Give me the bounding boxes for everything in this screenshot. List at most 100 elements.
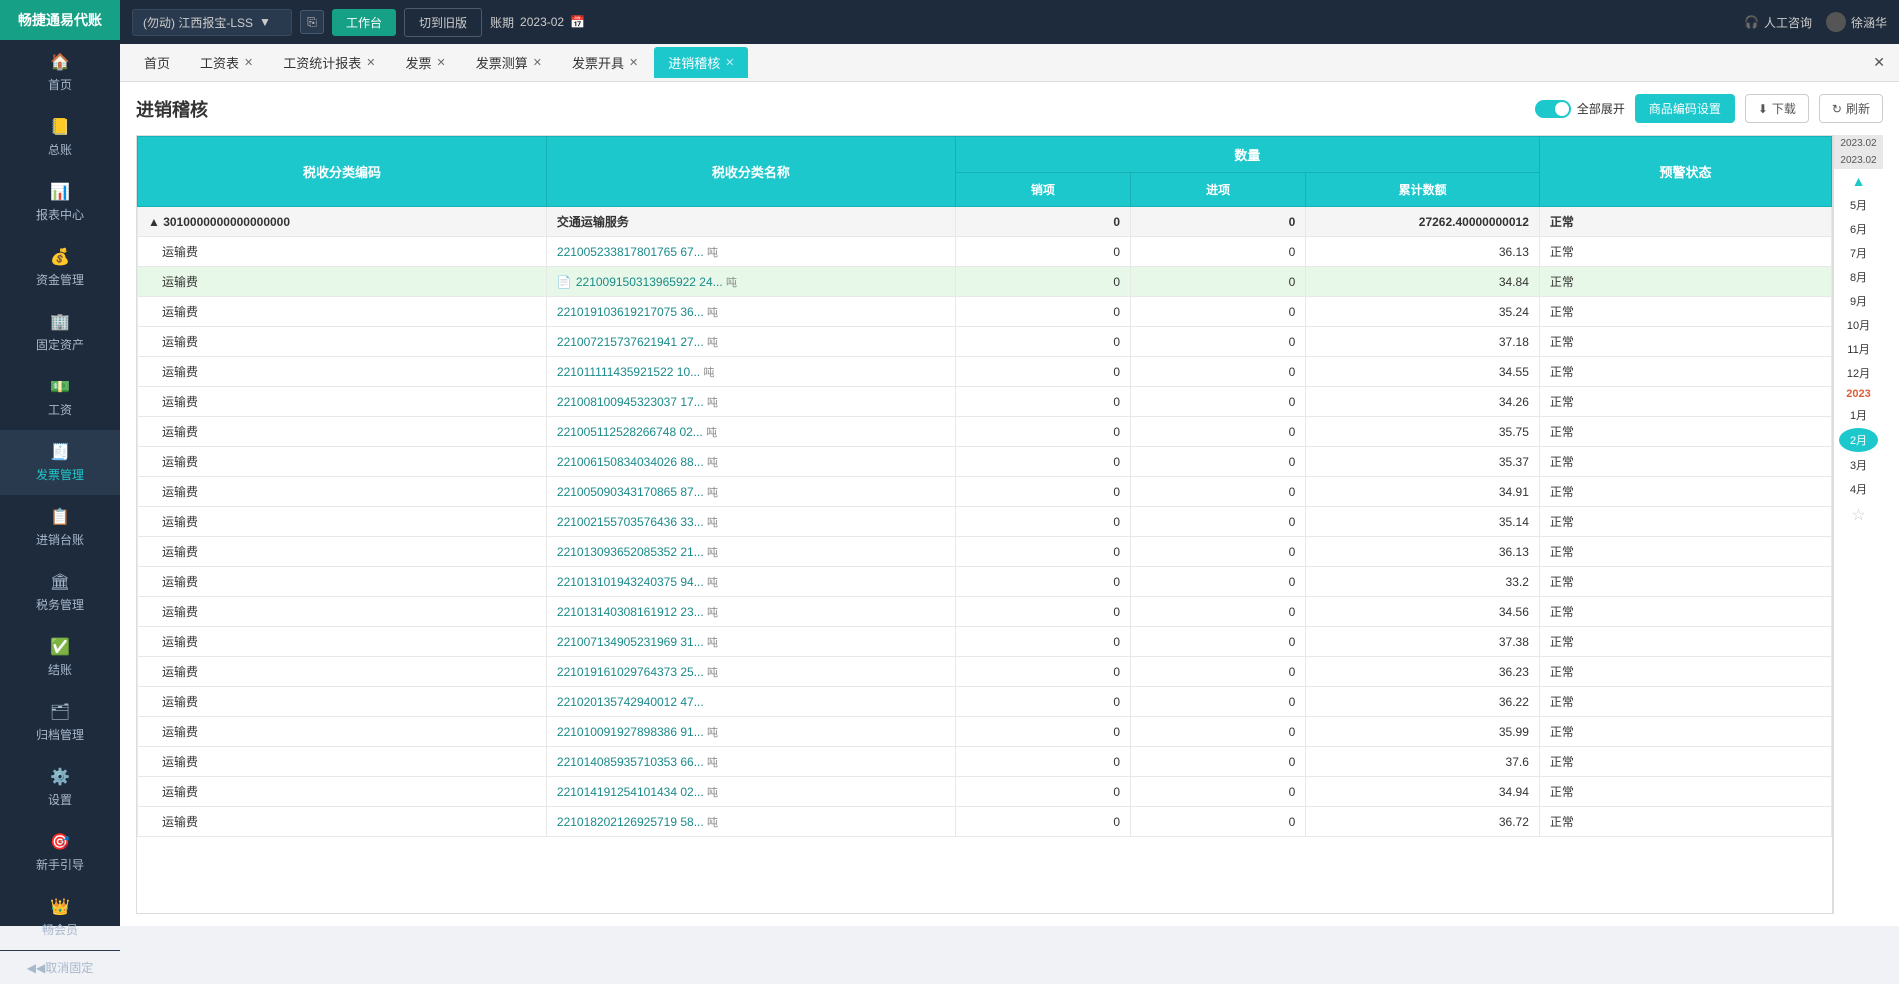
settings-button[interactable]: 商品编码设置	[1635, 94, 1735, 123]
table-row[interactable]: 运输费 221010091927898386 91... 吨 0 0 35.99…	[138, 717, 1832, 747]
switch-version-button[interactable]: 切到旧版	[404, 8, 482, 37]
pin-icon: ◀◀	[27, 961, 45, 975]
expand-all-toggle[interactable]: 全部展开	[1535, 100, 1625, 118]
cell-cumulative: 35.14	[1306, 507, 1540, 537]
sidebar-item-assets[interactable]: 🏢 固定资产	[0, 300, 120, 365]
sidebar-item-label: 归档管理	[36, 726, 84, 743]
sidebar-item-invoice-mgmt[interactable]: 🧾 发票管理	[0, 430, 120, 495]
tab-invoice-open[interactable]: 发票开具 ✕	[558, 47, 652, 78]
data-table-wrapper[interactable]: 税收分类编码 税收分类名称 数量 预警状态 销项 进项 累计数额	[136, 135, 1833, 914]
sidebar-item-tax[interactable]: 🏛 税务管理	[0, 560, 120, 625]
table-row[interactable]: 运输费 221013093652085352 21... 吨 0 0 36.13…	[138, 537, 1832, 567]
sidebar-item-settings[interactable]: ⚙️ 设置	[0, 755, 120, 820]
tab-salary-stats[interactable]: 工资统计报表 ✕	[269, 47, 389, 78]
panel-month-5[interactable]: 5月	[1834, 193, 1883, 217]
table-row[interactable]: 运输费 221005112528266748 02... 吨 0 0 35.75…	[138, 417, 1832, 447]
cell-tax-code: 221006150834034026 88... 吨	[546, 447, 955, 477]
tab-salary[interactable]: 工资表 ✕	[186, 47, 267, 78]
panel-up-nav[interactable]: ▲	[1834, 169, 1883, 193]
cell-status: 正常	[1539, 657, 1831, 687]
page-header: 进销稽核 全部展开 商品编码设置 ⬇ 下载 ↻ 刷新	[136, 94, 1883, 123]
close-tab-jxcheck[interactable]: ✕	[725, 56, 734, 69]
table-row[interactable]: 运输费 221014085935710353 66... 吨 0 0 37.6 …	[138, 747, 1832, 777]
support-link[interactable]: 🎧 人工咨询	[1744, 14, 1812, 31]
toggle-switch[interactable]	[1535, 100, 1571, 118]
table-row[interactable]: 运输费 221002155703576436 33... 吨 0 0 35.14…	[138, 507, 1832, 537]
panel-month-8[interactable]: 8月	[1834, 265, 1883, 289]
sidebar-item-ledger[interactable]: 📒 总账	[0, 105, 120, 170]
cell-cumulative: 36.22	[1306, 687, 1540, 717]
doc-icon[interactable]: 📄	[557, 275, 572, 289]
table-row[interactable]: 运输费 221014191254101434 02... 吨 0 0 34.94…	[138, 777, 1832, 807]
cell-xiao: 0	[955, 357, 1130, 387]
panel-month-3[interactable]: 3月	[1834, 453, 1883, 477]
tab-home[interactable]: 首页	[130, 47, 184, 78]
table-row[interactable]: 运输费 221020135742940012 47... 0 0 36.22 正…	[138, 687, 1832, 717]
cell-cumulative: 35.37	[1306, 447, 1540, 477]
panel-month-1[interactable]: 1月	[1834, 403, 1883, 427]
main-content: (勿动) 江西报宝-LSS ▼ ⎘ 工作台 切到旧版 账期 2023-02 📅 …	[120, 0, 1899, 926]
company-selector[interactable]: (勿动) 江西报宝-LSS ▼	[132, 9, 292, 36]
close-tab-invoice-open[interactable]: ✕	[629, 56, 638, 69]
table-row[interactable]: 运输费 221013101943240375 94... 吨 0 0 33.2 …	[138, 567, 1832, 597]
unpin-button[interactable]: ◀◀ 取消固定	[0, 950, 120, 984]
refresh-button[interactable]: ↻ 刷新	[1819, 94, 1883, 123]
cell-xiao: 0	[955, 537, 1130, 567]
panel-month-7[interactable]: 7月	[1834, 241, 1883, 265]
close-tab-salary-stats[interactable]: ✕	[366, 56, 375, 69]
sidebar-item-home[interactable]: 🏠 首页	[0, 40, 120, 105]
table-row[interactable]: 运输费 221006150834034026 88... 吨 0 0 35.37…	[138, 447, 1832, 477]
close-all-tabs[interactable]: ✕	[1869, 50, 1889, 75]
copy-button[interactable]: ⎘	[300, 10, 324, 34]
sidebar-item-settlement[interactable]: ✅ 结账	[0, 625, 120, 690]
cell-status: 正常	[1539, 417, 1831, 447]
sidebar-item-member[interactable]: 👑 畅会员	[0, 885, 120, 950]
table-row[interactable]: 运输费 221011111435921522 10... 吨 0 0 34.55…	[138, 357, 1832, 387]
table-row[interactable]: 运输费 221007134905231969 31... 吨 0 0 37.38…	[138, 627, 1832, 657]
tab-invoice[interactable]: 发票 ✕	[391, 47, 459, 78]
tab-invoice-calc[interactable]: 发票测算 ✕	[462, 47, 556, 78]
sidebar-item-guide[interactable]: 🎯 新手引导	[0, 820, 120, 885]
table-row[interactable]: 运输费 221008100945323037 17... 吨 0 0 34.26…	[138, 387, 1832, 417]
panel-month-2-active[interactable]: 2月	[1839, 428, 1878, 452]
sidebar-item-salary[interactable]: 💵 工资	[0, 365, 120, 430]
workbench-button[interactable]: 工作台	[332, 9, 396, 36]
panel-month-6[interactable]: 6月	[1834, 217, 1883, 241]
cell-tax-code: 📄221009150313965922 24... 吨	[546, 267, 955, 297]
sidebar-item-reports[interactable]: 📊 报表中心	[0, 170, 120, 235]
cell-item-name: 运输费	[138, 297, 547, 327]
panel-month-4[interactable]: 4月	[1834, 477, 1883, 501]
close-tab-salary[interactable]: ✕	[244, 56, 253, 69]
cell-status: 正常	[1539, 807, 1831, 837]
cell-item-name: 运输费	[138, 687, 547, 717]
table-row[interactable]: 运输费 221005233817801765 67... 吨 0 0 36.13…	[138, 237, 1832, 267]
tab-invoice-label: 发票	[405, 53, 431, 72]
table-row[interactable]: 运输费 221005090343170865 87... 吨 0 0 34.91…	[138, 477, 1832, 507]
panel-month-12[interactable]: 12月	[1834, 361, 1883, 385]
table-row[interactable]: 运输费 221007215737621941 27... 吨 0 0 37.18…	[138, 327, 1832, 357]
cell-xiao: 0	[955, 507, 1130, 537]
panel-month-10[interactable]: 10月	[1834, 313, 1883, 337]
cell-status: 正常	[1539, 237, 1831, 267]
panel-month-11[interactable]: 11月	[1834, 337, 1883, 361]
sidebar-item-archive[interactable]: 🗂 归档管理	[0, 690, 120, 755]
panel-year-2023[interactable]: 2023	[1834, 385, 1883, 403]
panel-month-9[interactable]: 9月	[1834, 289, 1883, 313]
cell-cumulative: 34.56	[1306, 597, 1540, 627]
close-tab-invoice-calc[interactable]: ✕	[533, 56, 542, 69]
tab-jxcheck[interactable]: 进销稽核 ✕	[654, 47, 748, 78]
user-menu[interactable]: 徐涵华	[1826, 12, 1887, 32]
calendar-icon: 📅	[570, 15, 585, 29]
download-button[interactable]: ⬇ 下载	[1745, 94, 1809, 123]
table-row[interactable]: 运输费 221018202126925719 58... 吨 0 0 36.72…	[138, 807, 1832, 837]
table-row[interactable]: ▲ 3010000000000000000 交通运输服务 0 0 27262.4…	[138, 207, 1832, 237]
table-row[interactable]: 运输费 📄221009150313965922 24... 吨 0 0 34.8…	[138, 267, 1832, 297]
tab-invoice-calc-label: 发票测算	[476, 53, 528, 72]
close-tab-invoice[interactable]: ✕	[437, 56, 446, 69]
table-row[interactable]: 运输费 221019103619217075 36... 吨 0 0 35.24…	[138, 297, 1832, 327]
table-row[interactable]: 运输费 221019161029764373 25... 吨 0 0 36.23…	[138, 657, 1832, 687]
sidebar-item-fund[interactable]: 💰 资金管理	[0, 235, 120, 300]
table-row[interactable]: 运输费 221013140308161912 23... 吨 0 0 34.56…	[138, 597, 1832, 627]
sidebar-item-in-out[interactable]: 📋 进销台账	[0, 495, 120, 560]
cell-item-name: 运输费	[138, 477, 547, 507]
